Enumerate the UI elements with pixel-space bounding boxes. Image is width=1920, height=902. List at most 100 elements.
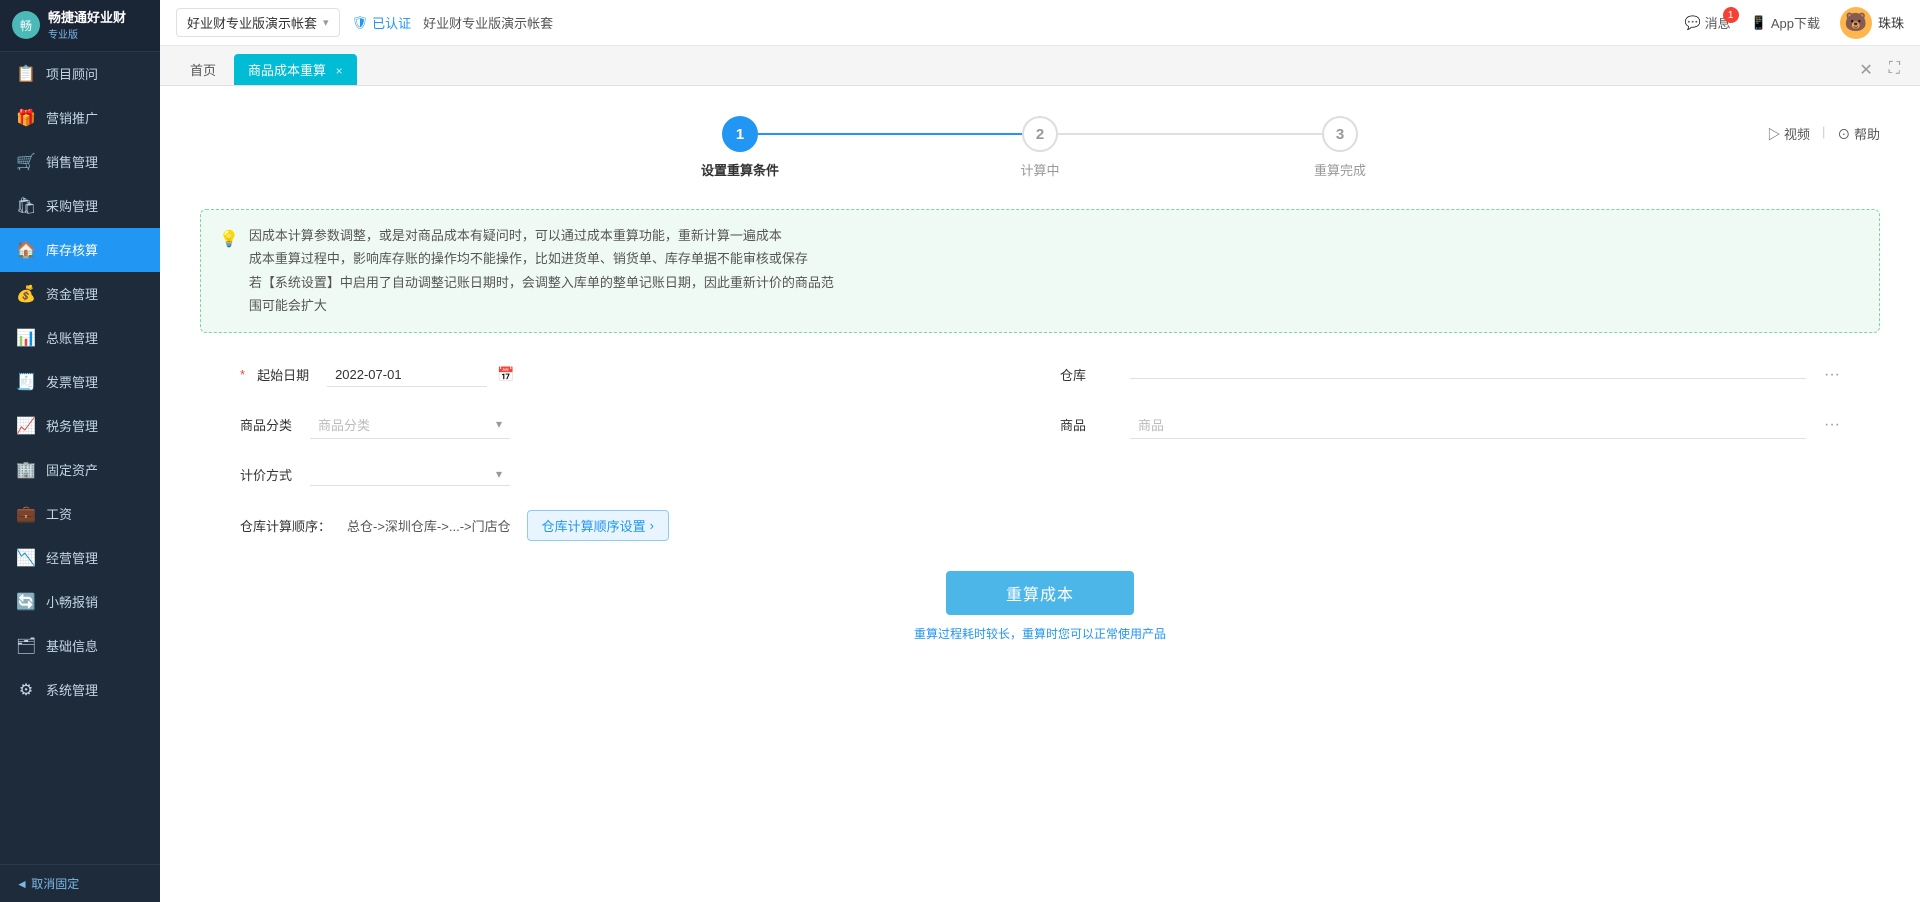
warehouse-label: 仓库 xyxy=(1060,365,1120,384)
sidebar-branding: 畅捷通好业财 专业版 xyxy=(48,10,126,41)
step-3-circle: 3 xyxy=(1322,116,1358,152)
nav-icon-sales: 🛒 xyxy=(16,152,36,172)
pricing-selector[interactable]: ▾ xyxy=(310,463,510,486)
step-3: 3 重算完成 xyxy=(1190,116,1490,179)
account-selector[interactable]: 好业财专业版演示帐套 ▾ xyxy=(176,8,340,37)
warehouse-dots-btn[interactable]: ··· xyxy=(1824,366,1840,384)
step-2-circle: 2 xyxy=(1022,116,1058,152)
start-date-field: * 起始日期 📅 xyxy=(240,363,1020,387)
sidebar-item-sales[interactable]: 🛒销售管理 xyxy=(0,140,160,184)
app-download-btn[interactable]: 📱 App下载 xyxy=(1751,13,1820,32)
avatar: 🐻 xyxy=(1840,7,1872,39)
close-icon[interactable]: × xyxy=(336,64,343,78)
nav-label-general: 总账管理 xyxy=(46,328,98,347)
sidebar-item-expense[interactable]: 🔄 小畅报销 xyxy=(0,580,160,624)
account-selector-text: 好业财专业版演示帐套 xyxy=(187,13,317,32)
tab-goods-cost[interactable]: 商品成本重算 × xyxy=(234,54,357,85)
info-line-1: 因成本计算参数调整，或是对商品成本有疑问时，可以通过成本重算功能，重新计算一遍成… xyxy=(249,224,834,247)
recalculate-btn[interactable]: 重算成本 xyxy=(946,571,1134,615)
nav-icon-project: 📋 xyxy=(16,64,36,84)
submit-area: 重算成本 重算过程耗时较长，重算时您可以正常使用产品 xyxy=(200,571,1880,642)
chevron-down-icon: ▾ xyxy=(323,16,329,29)
nav-label-assets: 固定资产 xyxy=(46,460,98,479)
nav-icon-operations: 📉 xyxy=(16,548,36,568)
nav-icon-salary: 💼 xyxy=(16,504,36,524)
nav-icon-assets: 🏢 xyxy=(16,460,36,480)
topbar-right: 💬 消息 1 📱 App下载 🐻 珠珠 xyxy=(1684,7,1904,39)
sidebar-nav: 📋 项目顾问 🎁营销推广🛒销售管理🛍采购管理 🏠 库存核算 💰资金管理 📊 总账管理 🧾 发票管理… xyxy=(0,52,160,864)
sidebar-item-salary[interactable]: 💼工资 xyxy=(0,492,160,536)
form-section: * 起始日期 📅 仓库 ··· 商品分类 商 xyxy=(200,363,1880,541)
app-download-label: App下载 xyxy=(1771,13,1820,32)
step-1: 1 设置重算条件 xyxy=(590,116,890,179)
sidebar-item-basic[interactable]: 🗂基础信息 xyxy=(0,624,160,668)
category-selector[interactable]: 商品分类 ▾ xyxy=(310,411,510,439)
user-profile[interactable]: 🐻 珠珠 xyxy=(1840,7,1904,39)
nav-icon-general: 📊 xyxy=(16,328,36,348)
verified-badge: 🛡 已认证 xyxy=(352,13,412,32)
nav-icon-invoice: 🧾 xyxy=(16,372,36,392)
start-date-label: 起始日期 xyxy=(257,365,317,384)
sidebar: 畅 畅捷通好业财 专业版 📋 项目顾问 🎁营销推广🛒销售管理🛍采购管理 🏠 库存核算 💰资… xyxy=(0,0,160,902)
nav-icon-inventory: 🏠 xyxy=(16,240,36,260)
category-placeholder: 商品分类 xyxy=(318,415,496,434)
info-content: 因成本计算参数调整，或是对商品成本有疑问时，可以通过成本重算功能，重新计算一遍成… xyxy=(249,224,834,318)
start-date-input[interactable] xyxy=(327,363,487,387)
sidebar-item-project[interactable]: 📋 项目顾问 xyxy=(0,52,160,96)
form-row-1: * 起始日期 📅 仓库 ··· xyxy=(240,363,1840,387)
nav-label-invoice: 发票管理 xyxy=(46,372,98,391)
sidebar-item-operations[interactable]: 📉 经营管理 xyxy=(0,536,160,580)
sidebar-item-general[interactable]: 📊 总账管理 xyxy=(0,316,160,360)
sidebar-item-finance[interactable]: 💰资金管理 xyxy=(0,272,160,316)
sidebar-unpin[interactable]: ◄ 取消固定 xyxy=(0,864,160,902)
nav-label-marketing: 营销推广 xyxy=(46,108,98,127)
goods-field: 商品 商品 ··· xyxy=(1060,411,1840,439)
unpin-label: ◄ 取消固定 xyxy=(16,875,79,892)
warehouse-field: 仓库 ··· xyxy=(1060,365,1840,384)
tab-home[interactable]: 首页 xyxy=(176,54,230,85)
nav-label-basic: 基础信息 xyxy=(46,636,98,655)
content-area: 1 设置重算条件 2 计算中 3 重算完成 ▷ 视频 | xyxy=(160,86,1920,902)
warehouse-order-row: 仓库计算顺序： 总仓->深圳仓库->...->门店仓 仓库计算顺序设置 › xyxy=(240,510,1840,541)
nav-label-expense: 小畅报销 xyxy=(46,592,98,611)
warehouse-order-value: 总仓->深圳仓库->...->门店仓 xyxy=(347,516,511,535)
expand-btn[interactable]: ⛶ xyxy=(1885,58,1904,82)
nav-icon-expense: 🔄 xyxy=(16,592,36,612)
recalculate-btn-label: 重算成本 xyxy=(1006,587,1074,604)
app-title: 畅捷通好业财 xyxy=(48,10,126,26)
calendar-icon[interactable]: 📅 xyxy=(497,366,514,383)
form-row-3: 计价方式 ▾ xyxy=(240,463,1840,486)
step-2-label: 计算中 xyxy=(1020,160,1059,179)
step-1-label: 设置重算条件 xyxy=(701,160,779,179)
phone-icon: 📱 xyxy=(1751,15,1767,31)
app-subtitle: 专业版 xyxy=(48,26,126,41)
sidebar-item-assets[interactable]: 🏢 固定资产 xyxy=(0,448,160,492)
warehouse-order-settings-btn[interactable]: 仓库计算顺序设置 › xyxy=(527,510,669,541)
sidebar-item-tax[interactable]: 📈税务管理 xyxy=(0,404,160,448)
nav-icon-system: ⚙ xyxy=(16,680,36,700)
sidebar-header: 畅 畅捷通好业财 专业版 xyxy=(0,0,160,52)
sidebar-item-system[interactable]: ⚙系统管理 xyxy=(0,668,160,712)
pricing-field: 计价方式 ▾ xyxy=(240,463,1020,486)
info-line-4: 围可能会扩大 xyxy=(249,294,834,317)
nav-icon-tax: 📈 xyxy=(16,416,36,436)
nav-label-project: 项目顾问 xyxy=(46,64,98,83)
username: 珠珠 xyxy=(1878,13,1904,32)
nav-icon-purchase: 🛍 xyxy=(16,196,36,216)
sidebar-item-marketing[interactable]: 🎁营销推广 xyxy=(0,96,160,140)
category-field: 商品分类 商品分类 ▾ xyxy=(240,411,1020,439)
goods-dots-btn[interactable]: ··· xyxy=(1824,416,1840,434)
warehouse-selector[interactable] xyxy=(1130,370,1806,379)
goods-selector[interactable]: 商品 xyxy=(1130,411,1806,439)
sidebar-item-purchase[interactable]: 🛍采购管理 xyxy=(0,184,160,228)
close-window-btn[interactable]: ✕ xyxy=(1855,58,1876,82)
nav-label-operations: 经营管理 xyxy=(46,548,98,567)
help-link[interactable]: ⊙ 帮助 xyxy=(1837,124,1880,143)
submit-hint: 重算过程耗时较长，重算时您可以正常使用产品 xyxy=(914,625,1166,642)
stepper-help: ▷ 视频 | ⊙ 帮助 xyxy=(1767,124,1880,143)
video-link[interactable]: ▷ 视频 xyxy=(1767,124,1810,143)
sidebar-item-inventory[interactable]: 🏠 库存核算 xyxy=(0,228,160,272)
sidebar-item-invoice[interactable]: 🧾 发票管理 xyxy=(0,360,160,404)
nav-label-inventory: 库存核算 xyxy=(46,240,98,259)
message-btn[interactable]: 💬 消息 1 xyxy=(1684,13,1730,32)
